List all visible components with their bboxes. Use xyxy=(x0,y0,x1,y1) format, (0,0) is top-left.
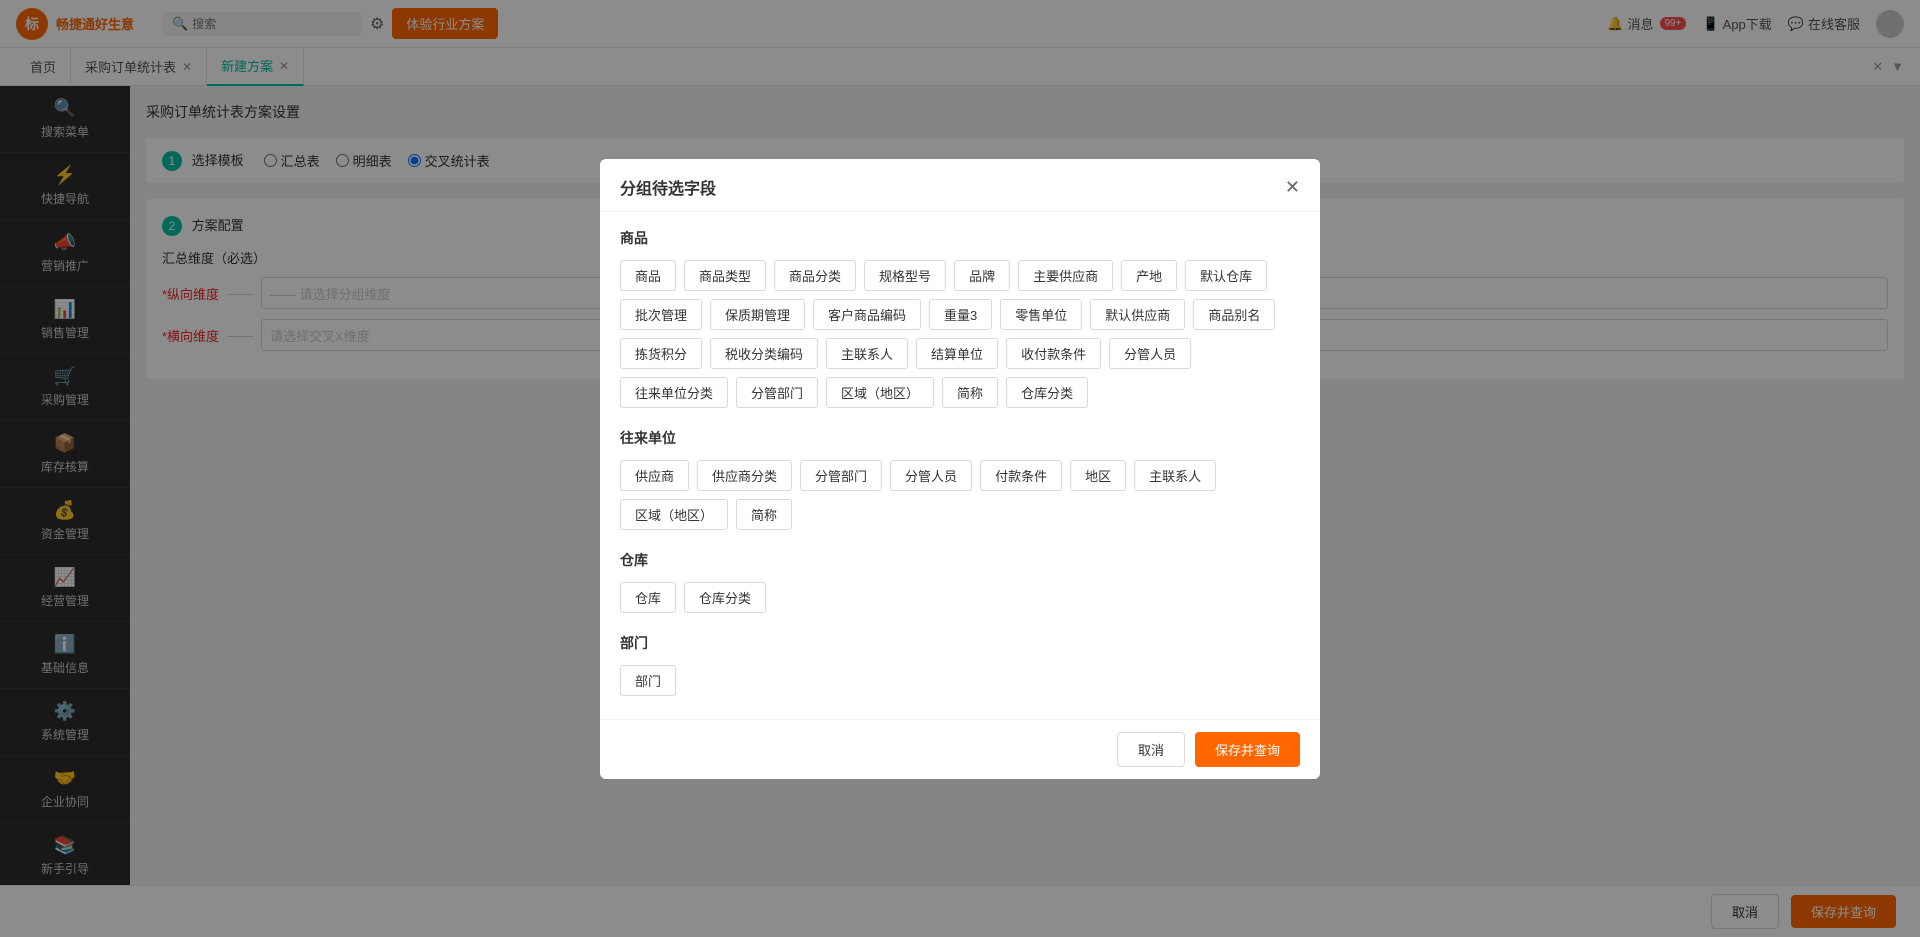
field-tags-product: 商品 商品类型 商品分类 规格型号 品牌 主要供应商 产地 默认仓库 批次管理 … xyxy=(620,260,1300,408)
field-tag[interactable]: 分管部门 xyxy=(736,377,818,408)
field-section-dept: 部门 部门 xyxy=(620,633,1300,696)
field-tag[interactable]: 仓库 xyxy=(620,582,676,613)
field-tag[interactable]: 分管人员 xyxy=(890,460,972,491)
field-tag[interactable]: 地区 xyxy=(1070,460,1126,491)
field-tag[interactable]: 税收分类编码 xyxy=(710,338,818,369)
field-tag[interactable]: 规格型号 xyxy=(864,260,946,291)
field-section-partner: 往来单位 供应商 供应商分类 分管部门 分管人员 付款条件 地区 主联系人 区域… xyxy=(620,428,1300,530)
field-tag[interactable]: 零售单位 xyxy=(1000,299,1082,330)
modal-cancel-btn[interactable]: 取消 xyxy=(1117,732,1185,767)
field-tag[interactable]: 商品 xyxy=(620,260,676,291)
field-tag[interactable]: 批次管理 xyxy=(620,299,702,330)
field-tag[interactable]: 往来单位分类 xyxy=(620,377,728,408)
field-tag[interactable]: 仓库分类 xyxy=(684,582,766,613)
field-tag[interactable]: 默认供应商 xyxy=(1090,299,1185,330)
field-tag[interactable]: 品牌 xyxy=(954,260,1010,291)
field-tag[interactable]: 结算单位 xyxy=(916,338,998,369)
field-tag[interactable]: 产地 xyxy=(1121,260,1177,291)
field-tags-dept: 部门 xyxy=(620,665,1300,696)
modal-footer: 取消 保存并查询 xyxy=(600,719,1320,779)
modal: 分组待选字段 ✕ 商品 商品 商品类型 商品分类 规格型号 品牌 主要供应商 产… xyxy=(600,159,1320,779)
field-tag[interactable]: 商品分类 xyxy=(774,260,856,291)
field-tags-partner: 供应商 供应商分类 分管部门 分管人员 付款条件 地区 主联系人 区域（地区） … xyxy=(620,460,1300,530)
field-tag[interactable]: 默认仓库 xyxy=(1185,260,1267,291)
field-tag[interactable]: 商品类型 xyxy=(684,260,766,291)
field-section-dept-title: 部门 xyxy=(620,633,1300,653)
field-tag[interactable]: 收付款条件 xyxy=(1006,338,1101,369)
modal-title: 分组待选字段 xyxy=(620,175,716,199)
field-tag[interactable]: 仓库分类 xyxy=(1006,377,1088,408)
modal-overlay: 分组待选字段 ✕ 商品 商品 商品类型 商品分类 规格型号 品牌 主要供应商 产… xyxy=(0,0,1920,937)
field-tag[interactable]: 简称 xyxy=(736,499,792,530)
field-tag[interactable]: 区域（地区） xyxy=(620,499,728,530)
field-tag[interactable]: 主联系人 xyxy=(826,338,908,369)
field-section-warehouse: 仓库 仓库 仓库分类 xyxy=(620,550,1300,613)
field-tag[interactable]: 简称 xyxy=(942,377,998,408)
field-tag[interactable]: 分管人员 xyxy=(1109,338,1191,369)
modal-confirm-btn[interactable]: 保存并查询 xyxy=(1195,732,1300,767)
modal-header: 分组待选字段 ✕ xyxy=(600,159,1320,212)
field-section-warehouse-title: 仓库 xyxy=(620,550,1300,570)
field-tag[interactable]: 商品别名 xyxy=(1193,299,1275,330)
field-section-partner-title: 往来单位 xyxy=(620,428,1300,448)
field-tag[interactable]: 重量3 xyxy=(929,299,992,330)
field-tag[interactable]: 客户商品编码 xyxy=(813,299,921,330)
field-tag[interactable]: 主联系人 xyxy=(1134,460,1216,491)
field-tag[interactable]: 拣货积分 xyxy=(620,338,702,369)
modal-body: 商品 商品 商品类型 商品分类 规格型号 品牌 主要供应商 产地 默认仓库 批次… xyxy=(600,212,1320,719)
field-tag[interactable]: 供应商分类 xyxy=(697,460,792,491)
field-tag[interactable]: 区域（地区） xyxy=(826,377,934,408)
field-tag[interactable]: 保质期管理 xyxy=(710,299,805,330)
field-tags-warehouse: 仓库 仓库分类 xyxy=(620,582,1300,613)
field-tag[interactable]: 部门 xyxy=(620,665,676,696)
field-tag[interactable]: 供应商 xyxy=(620,460,689,491)
field-section-product-title: 商品 xyxy=(620,228,1300,248)
modal-close-btn[interactable]: ✕ xyxy=(1285,178,1300,196)
field-tag[interactable]: 主要供应商 xyxy=(1018,260,1113,291)
field-section-product: 商品 商品 商品类型 商品分类 规格型号 品牌 主要供应商 产地 默认仓库 批次… xyxy=(620,228,1300,408)
field-tag[interactable]: 分管部门 xyxy=(800,460,882,491)
field-tag[interactable]: 付款条件 xyxy=(980,460,1062,491)
